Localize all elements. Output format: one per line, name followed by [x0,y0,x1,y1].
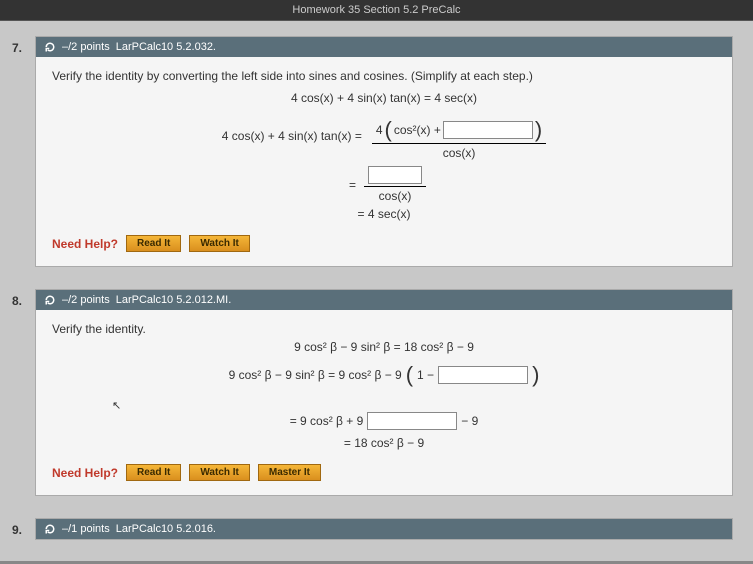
window-titlebar: Homework 35 Section 5.2 PreCalc [0,0,753,21]
help-row: Need Help? Read It Watch It Master It [52,464,716,481]
denominator-1: cos(x) [439,144,480,160]
line1-lhs: 9 cos² β − 9 sin² β = 9 cos² β − 9 [229,368,402,382]
result-line: = 4 sec(x) [52,207,716,221]
points-label: –/1 points [62,523,110,535]
question-9: 9. –/1 points LarPCalc10 5.2.016. [35,518,733,540]
work-area: 4 cos(x) + 4 sin(x) tan(x) = 4 ( cos²(x)… [52,119,716,160]
read-it-button[interactable]: Read It [126,235,181,252]
window-title: Homework 35 Section 5.2 PreCalc [292,4,460,16]
question-number: 8. [12,294,22,308]
question-number: 9. [12,523,22,537]
identity-equation: 9 cos² β − 9 sin² β = 18 cos² β − 9 [52,340,716,354]
page-content: 7. –/2 points LarPCalc10 5.2.032. Verify… [0,21,753,561]
work-lhs: 4 cos(x) + 4 sin(x) tan(x) = [222,119,362,143]
open-paren: ( [385,119,392,141]
help-row: Need Help? Read It Watch It [52,235,716,252]
restart-icon[interactable] [44,41,56,53]
reference-label: LarPCalc10 5.2.032. [116,41,216,53]
line1-paren-expr: 1 − [417,368,434,382]
numerator-1: 4 ( cos²(x) + ) [372,119,546,144]
line2-pre: = 9 cos² β + 9 [290,414,364,428]
cursor-icon: ↖ [112,400,121,412]
reference-label: LarPCalc10 5.2.016. [116,523,216,535]
question-header: –/2 points LarPCalc10 5.2.012.MI. [36,290,732,310]
fraction-1: 4 ( cos²(x) + ) cos(x) [372,119,546,160]
answer-input-4[interactable] [367,412,457,430]
step-2: = cos(x) [52,166,716,203]
watch-it-button[interactable]: Watch It [189,235,250,252]
help-label: Need Help? [52,237,118,251]
master-it-button[interactable]: Master It [258,464,321,481]
work-rhs: 4 ( cos²(x) + ) cos(x) [372,119,546,160]
line3: = 18 cos² β − 9 [344,436,424,450]
work-line-3: = 18 cos² β − 9 [344,436,424,450]
close-paren: ) [535,119,542,141]
work-line-2: = 9 cos² β + 9 − 9 [290,412,479,430]
question-8: 8. –/2 points LarPCalc10 5.2.012.MI. Ver… [35,289,733,496]
question-header: –/2 points LarPCalc10 5.2.032. [36,37,732,57]
help-label: Need Help? [52,466,118,480]
close-paren: ) [532,364,539,386]
restart-icon[interactable] [44,294,56,306]
answer-input-2[interactable] [368,166,422,184]
question-7: 7. –/2 points LarPCalc10 5.2.032. Verify… [35,36,733,267]
points-label: –/2 points [62,294,110,306]
numerator-2 [364,166,426,187]
answer-input-3[interactable] [438,366,528,384]
question-header: –/1 points LarPCalc10 5.2.016. [36,519,732,539]
reference-label: LarPCalc10 5.2.012.MI. [116,294,232,306]
answer-input-1[interactable] [443,121,533,139]
points-label: –/2 points [62,41,110,53]
question-body: Verify the identity. 9 cos² β − 9 sin² β… [36,310,732,495]
work-line-1: 9 cos² β − 9 sin² β = 9 cos² β − 9 ( 1 −… [229,364,540,386]
denominator-2: cos(x) [375,187,416,203]
question-prompt: Verify the identity by converting the le… [52,69,716,83]
num-coef: 4 [376,123,383,137]
question-body: Verify the identity by converting the le… [36,57,732,266]
restart-icon[interactable] [44,523,56,535]
read-it-button[interactable]: Read It [126,464,181,481]
line2-post: − 9 [461,414,478,428]
cursor-indicator: ↖ [114,392,123,406]
equals-sign: = [342,178,356,192]
watch-it-button[interactable]: Watch It [189,464,250,481]
identity-equation: 4 cos(x) + 4 sin(x) tan(x) = 4 sec(x) [52,91,716,105]
open-paren: ( [406,364,413,386]
fraction-2: cos(x) [364,166,426,203]
question-prompt: Verify the identity. [52,322,716,336]
question-number: 7. [12,41,22,55]
num-expr: cos²(x) + [394,123,441,137]
work-stack: 9 cos² β − 9 sin² β = 9 cos² β − 9 ( 1 −… [52,364,716,450]
